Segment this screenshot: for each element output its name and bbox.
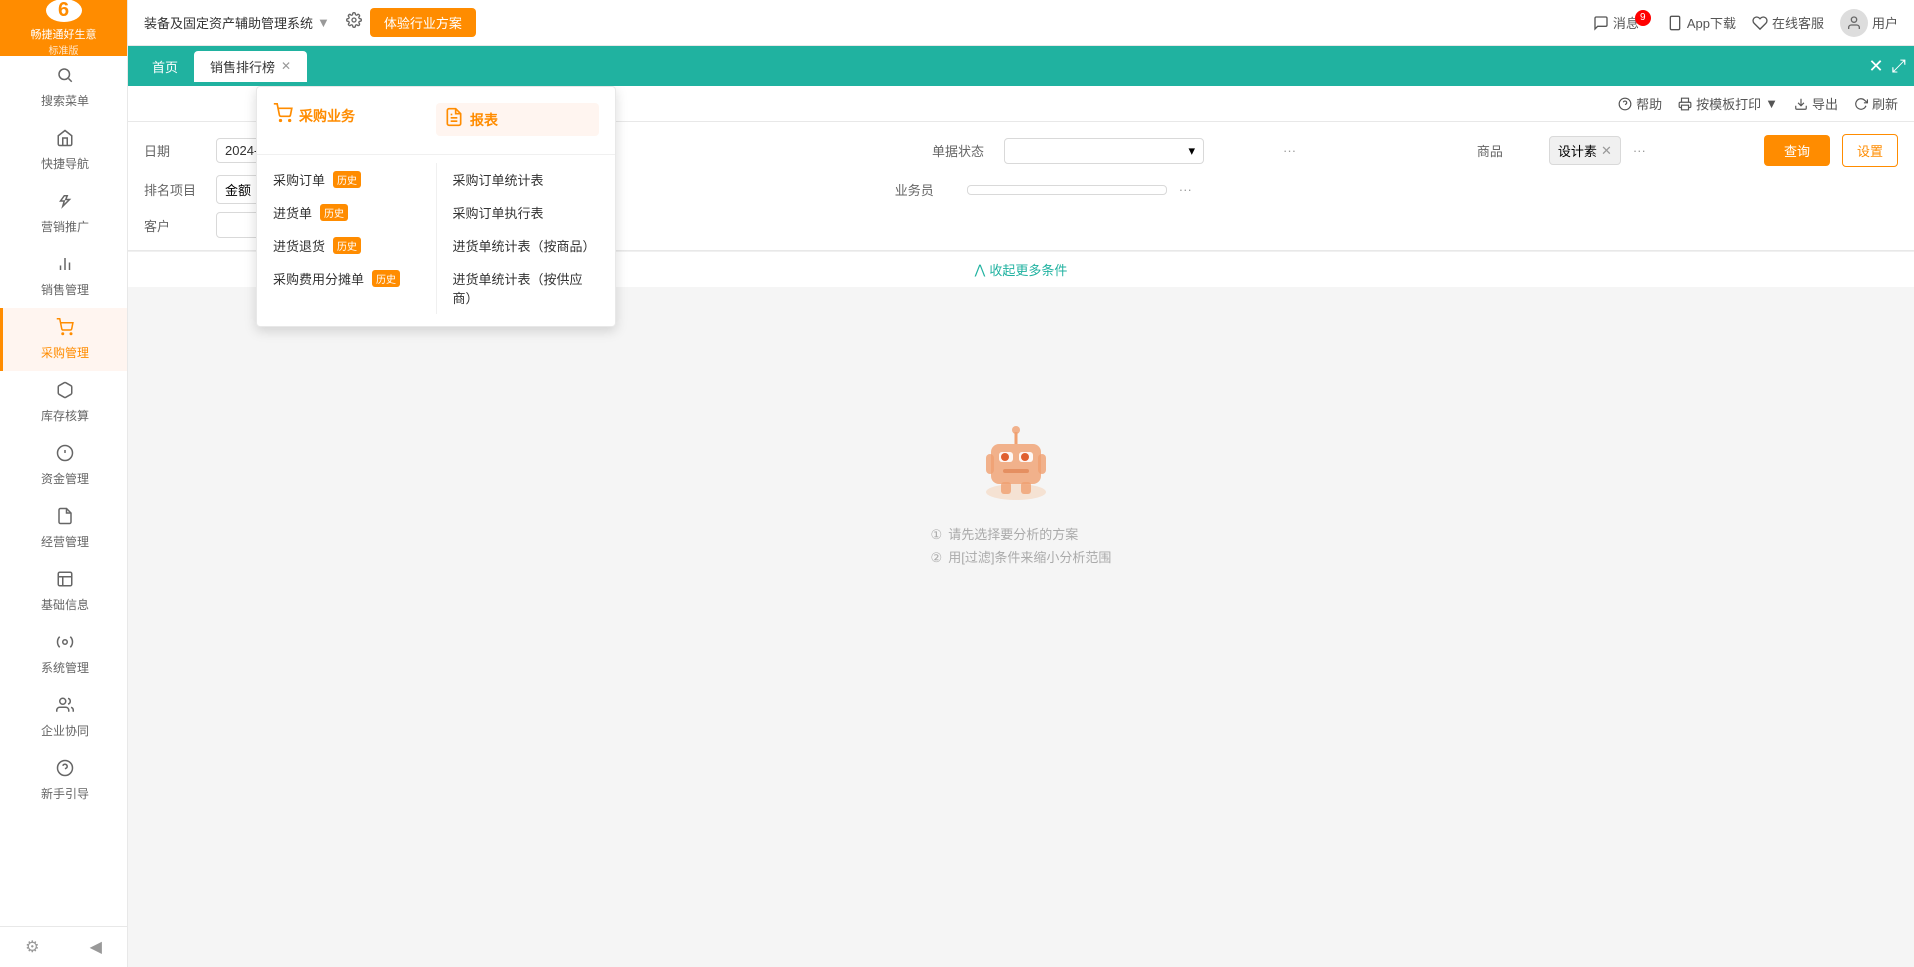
history-badge-0: 历史 — [333, 171, 361, 188]
sidebar-item-marketing-label: 营销推广 — [41, 218, 89, 235]
enterprise-icon — [56, 696, 74, 719]
home-icon — [56, 129, 74, 152]
sidebar-item-purchase-label: 采购管理 — [41, 344, 89, 361]
sidebar-bottom: ⚙ ◀ — [0, 926, 127, 967]
purchase-items-col: 采购订单 历史 进货单 历史 进货退货 历史 采购费用分摊单 历史 — [257, 163, 437, 314]
sidebar-settings-btn[interactable]: ⚙ — [25, 937, 39, 957]
search-icon — [56, 66, 74, 89]
history-badge-1: 历史 — [320, 204, 348, 221]
inventory-icon — [56, 381, 74, 404]
sidebar-item-system-label: 系统管理 — [41, 659, 89, 676]
dropdown-item-report-0[interactable]: 采购订单统计表 — [437, 163, 616, 196]
dropdown-item-expense[interactable]: 采购费用分摊单 历史 — [257, 262, 436, 295]
message-btn[interactable]: 消息 9 — [1593, 13, 1651, 32]
dropdown-item-purchase-order[interactable]: 采购订单 历史 — [257, 163, 436, 196]
tab-actions: ✕ ⤢ — [1869, 56, 1907, 77]
report-col-title: 报表 — [436, 103, 599, 136]
content-area: 帮助 按模板打印 ▼ 导出 刷新 日期 近7天 更多 — [128, 86, 1914, 967]
dropdown-item-report-2[interactable]: 进货单统计表（按商品） — [437, 229, 616, 262]
tab-maximize-icon[interactable]: ⤢ — [1892, 56, 1906, 77]
sidebar-item-basic-label: 基础信息 — [41, 596, 89, 613]
system-icon — [56, 633, 74, 656]
finance-icon — [56, 444, 74, 467]
tab-home[interactable]: 首页 — [136, 51, 194, 82]
sidebar-item-purchase[interactable]: 采购管理 — [0, 308, 127, 371]
dropdown-item-return[interactable]: 进货退货 历史 — [257, 229, 436, 262]
report-col-icon — [444, 107, 464, 132]
sidebar-item-search-label: 搜索菜单 — [41, 92, 89, 109]
tabbar: 首页 销售排行榜 ✕ ✕ ⤢ — [128, 46, 1914, 86]
app-download-label: App下载 — [1687, 13, 1736, 32]
topbar-settings-icon[interactable] — [346, 12, 362, 33]
purchase-col-icon — [273, 103, 293, 128]
sidebar-item-basic[interactable]: 基础信息 — [0, 560, 127, 623]
operations-icon — [56, 507, 74, 530]
app-download-btn[interactable]: App下载 — [1667, 13, 1736, 32]
dropdown-item-report-3[interactable]: 进货单统计表（按供应商） — [437, 262, 616, 314]
system-title: 装备及固定资产辅助管理系统 — [144, 13, 313, 32]
tab-sales-rank[interactable]: 销售排行榜 ✕ — [194, 51, 307, 82]
purchase-icon — [56, 318, 74, 341]
user-btn[interactable]: 用户 — [1840, 9, 1898, 37]
history-badge-2: 历史 — [333, 237, 361, 254]
sidebar-item-search[interactable]: 搜索菜单 — [0, 56, 127, 119]
online-service-label: 在线客服 — [1772, 13, 1824, 32]
sidebar-item-quick-nav-label: 快捷导航 — [41, 155, 89, 172]
dropdown-item-incoming[interactable]: 进货单 历史 — [257, 196, 436, 229]
topbar-system: 装备及固定资产辅助管理系统 ▼ — [144, 13, 330, 32]
sidebar-menu: 搜索菜单 快捷导航 营销推广 销售管理 采购管理 — [0, 56, 127, 926]
sales-icon — [56, 255, 74, 278]
basic-icon — [56, 570, 74, 593]
sidebar-item-enterprise-label: 企业协同 — [41, 722, 89, 739]
logo-sub: 标准版 — [49, 42, 79, 57]
sidebar-item-system[interactable]: 系统管理 — [0, 623, 127, 686]
dropdown-item-report-1[interactable]: 采购订单执行表 — [437, 196, 616, 229]
history-badge-3: 历史 — [372, 270, 400, 287]
sidebar-logo: 6 畅捷通好生意 标准版 — [0, 0, 127, 56]
report-col: 报表 — [436, 103, 599, 146]
sidebar-item-sales[interactable]: 销售管理 — [0, 245, 127, 308]
sidebar: 6 畅捷通好生意 标准版 搜索菜单 快捷导航 营销推广 — [0, 0, 128, 967]
system-dropdown-icon[interactable]: ▼ — [317, 15, 330, 30]
topbar-right: 消息 9 App下载 在线客服 用户 — [1593, 9, 1898, 37]
purchase-col-title: 采购业务 — [273, 103, 436, 128]
dropdown-header: 采购业务 报表 — [257, 99, 615, 155]
tab-minimize-icon[interactable]: ✕ — [1869, 56, 1884, 77]
sidebar-item-sales-label: 销售管理 — [41, 281, 89, 298]
user-label: 用户 — [1872, 13, 1898, 32]
sidebar-item-guide[interactable]: 新手引导 — [0, 749, 127, 812]
sidebar-item-inventory[interactable]: 库存核算 — [0, 371, 127, 434]
industry-btn[interactable]: 体验行业方案 — [370, 8, 476, 37]
tab-close-icon[interactable]: ✕ — [281, 59, 291, 73]
marketing-icon — [56, 192, 74, 215]
sidebar-collapse-btn[interactable]: ◀ — [90, 937, 102, 957]
online-service-btn[interactable]: 在线客服 — [1752, 13, 1824, 32]
purchase-col: 采购业务 — [273, 103, 436, 146]
dropdown-menu: 采购业务 报表 采购订单 历史 — [256, 86, 616, 327]
sidebar-item-finance[interactable]: 资金管理 — [0, 434, 127, 497]
sidebar-item-marketing[interactable]: 营销推广 — [0, 182, 127, 245]
report-items-col: 采购订单统计表 采购订单执行表 进货单统计表（按商品） 进货单统计表（按供应商） — [437, 163, 616, 314]
sidebar-item-guide-label: 新手引导 — [41, 785, 89, 802]
dropdown-body: 采购订单 历史 进货单 历史 进货退货 历史 采购费用分摊单 历史 — [257, 163, 615, 314]
sidebar-item-inventory-label: 库存核算 — [41, 407, 89, 424]
user-avatar — [1840, 9, 1868, 37]
guide-icon — [56, 759, 74, 782]
sidebar-item-operations[interactable]: 经营管理 — [0, 497, 127, 560]
sidebar-item-finance-label: 资金管理 — [41, 470, 89, 487]
sidebar-item-enterprise[interactable]: 企业协同 — [0, 686, 127, 749]
topbar: 装备及固定资产辅助管理系统 ▼ 体验行业方案 消息 9 App下载 在线客服 — [128, 0, 1914, 46]
main-content: 装备及固定资产辅助管理系统 ▼ 体验行业方案 消息 9 App下载 在线客服 — [128, 0, 1914, 967]
sidebar-item-operations-label: 经营管理 — [41, 533, 89, 550]
sidebar-item-quick-nav[interactable]: 快捷导航 — [0, 119, 127, 182]
logo-icon: 6 — [46, 0, 82, 22]
logo-text: 畅捷通好生意 — [31, 26, 97, 42]
message-badge: 9 — [1635, 10, 1651, 26]
